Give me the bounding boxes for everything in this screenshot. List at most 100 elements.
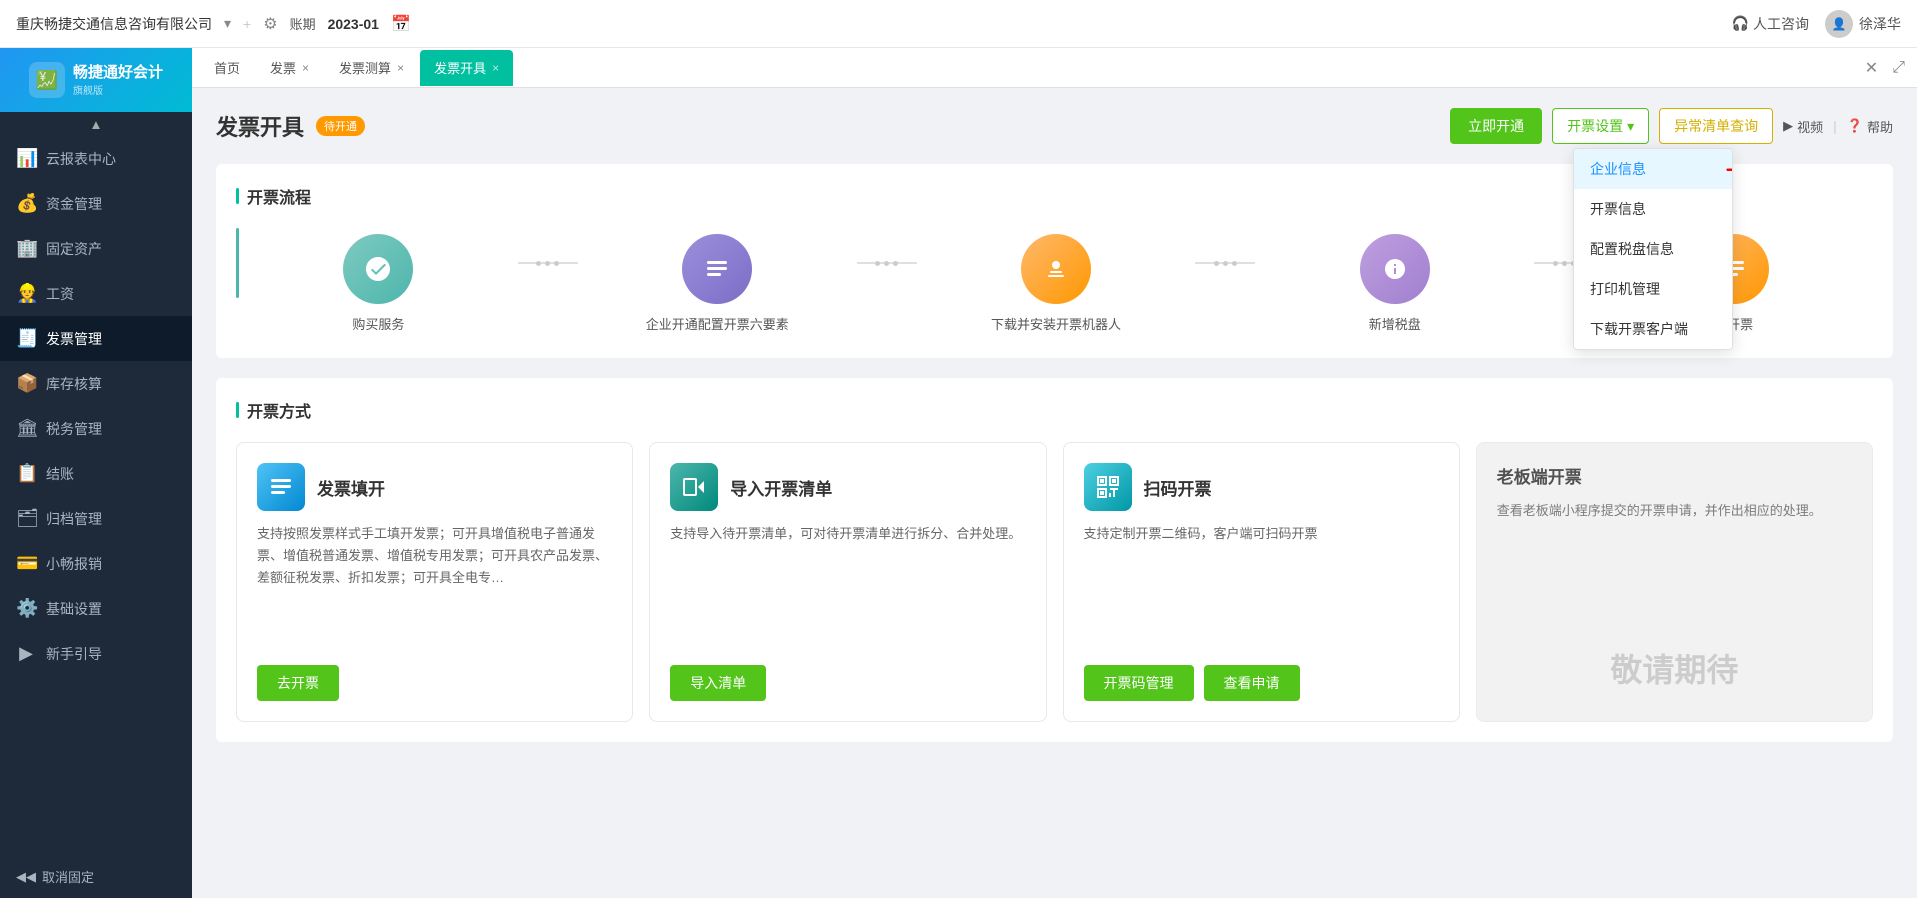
flow-step-2: 企业开通配置开票六要素	[578, 234, 857, 333]
tab-close-icon[interactable]: ×	[397, 61, 404, 75]
jiezhang-icon: 📋	[16, 463, 36, 484]
billing-icon-scan	[1084, 463, 1132, 511]
billing-card-header-manual: 发票填开	[257, 463, 612, 511]
kucun-icon: 📦	[16, 373, 36, 394]
dropdown-item-label: 开票信息	[1590, 201, 1646, 217]
sidebar-item-jichushezhi[interactable]: ⚙️ 基础设置	[0, 586, 192, 631]
sidebar-item-label: 库存核算	[46, 374, 102, 394]
sidebar-item-label: 固定资产	[46, 239, 102, 259]
flow-connector-1	[518, 262, 578, 264]
sidebar-item-shuiwu[interactable]: 🏛 税务管理	[0, 406, 192, 451]
sidebar-item-gudingzichan[interactable]: 🏢 固定资产	[0, 226, 192, 271]
sidebar-item-label: 基础设置	[46, 599, 102, 619]
dropdown-item-label: 企业信息	[1590, 161, 1646, 177]
sidebar-item-xiaochang[interactable]: 💳 小畅报销	[0, 541, 192, 586]
activate-btn[interactable]: 立即开通	[1450, 108, 1542, 144]
dropdown-item-download-client[interactable]: 下载开票客户端	[1574, 309, 1732, 349]
top-bar: 重庆畅捷交通信息咨询有限公司 ▾ + ⚙ 账期 2023-01 📅 🎧 人工咨询…	[0, 0, 1917, 48]
billing-go-btn[interactable]: 去开票	[257, 665, 339, 701]
sidebar-scroll-up[interactable]: ▲	[0, 112, 192, 136]
logo-text-block: 畅捷通好会计 旗舰版	[73, 63, 163, 98]
billing-import-btn[interactable]: 导入清单	[670, 665, 766, 701]
jichushezhi-icon: ⚙️	[16, 598, 36, 619]
step-label-2: 企业开通配置开票六要素	[646, 314, 789, 333]
consulting-btn[interactable]: 🎧 人工咨询	[1732, 14, 1809, 34]
settings-btn-label: 开票设置	[1567, 116, 1623, 136]
sidebar-item-guidang[interactable]: 🗂 归档管理	[0, 496, 192, 541]
tab-fapiao-kaiju[interactable]: 发票开具 ×	[420, 50, 513, 86]
billing-card-header-scan: 扫码开票	[1084, 463, 1439, 511]
dropdown-item-label: 配置税盘信息	[1590, 241, 1674, 257]
main-layout: 💹 畅捷通好会计 旗舰版 ▲ 📊 云报表中心 💰 资金管理 🏢 固定资产 👷 工…	[0, 48, 1917, 898]
abnormal-btn[interactable]: 异常清单查询	[1659, 108, 1773, 144]
red-arrow-icon: ➜	[1725, 157, 1733, 182]
sidebar-item-zijin[interactable]: 💰 资金管理	[0, 181, 192, 226]
step-label-4: 新增税盘	[1369, 314, 1421, 333]
sidebar-item-kucun[interactable]: 📦 库存核算	[0, 361, 192, 406]
step-icon-1	[343, 234, 413, 304]
sidebar-bottom: ◀◀ 取消固定	[0, 855, 192, 898]
dropdown-item-printer[interactable]: 打印机管理	[1574, 269, 1732, 309]
logo-sub: 旗舰版	[73, 82, 163, 97]
billing-methods: 发票填开 支持按照发票样式手工填开发票；可开具增值税电子普通发票、增值税普通发票…	[236, 442, 1873, 722]
billing-card-title-import: 导入开票清单	[730, 475, 832, 500]
billing-card-desc-import: 支持导入待开票清单，可对待开票清单进行拆分、合并处理。	[670, 523, 1025, 653]
tab-home[interactable]: 首页	[200, 50, 254, 86]
help-btn[interactable]: ❓ 帮助	[1847, 117, 1893, 136]
billing-card-scan: 扫码开票 支持定制开票二维码，客户端可扫码开票 开票码管理 查看申请	[1063, 442, 1460, 722]
top-bar-right: 🎧 人工咨询 👤 徐泽华	[1732, 10, 1901, 38]
flow-connector-3	[1195, 262, 1255, 264]
status-badge: 待开通	[316, 116, 365, 136]
guidang-icon: 🗂	[16, 508, 36, 529]
flow-step-3: 下载并安装开票机器人	[917, 234, 1196, 333]
avatar: 👤	[1825, 10, 1853, 38]
settings-icon[interactable]: ⚙	[263, 14, 277, 34]
tab-close-icon[interactable]: ×	[492, 61, 499, 75]
tab-close-icon[interactable]: ×	[302, 61, 309, 75]
flow-connector-2	[857, 262, 917, 264]
sidebar-item-yunbao[interactable]: 📊 云报表中心	[0, 136, 192, 181]
sidebar-item-fapiao[interactable]: 🧾 发票管理	[0, 316, 192, 361]
flow-step-1: 购买服务	[239, 234, 518, 333]
billing-scan-view-btn[interactable]: 查看申请	[1204, 665, 1300, 701]
sidebar-item-jiezhang[interactable]: 📋 结账	[0, 451, 192, 496]
sidebar-item-label: 新手引导	[46, 644, 102, 664]
dropdown-item-company-info[interactable]: 企业信息 ➜	[1574, 149, 1732, 189]
top-bar-sep: +	[243, 16, 251, 32]
tab-expand-btn[interactable]: ⤢	[1888, 55, 1909, 81]
tab-fapiao[interactable]: 发票 ×	[256, 50, 323, 86]
consulting-label: 人工咨询	[1753, 14, 1809, 34]
user-info[interactable]: 👤 徐泽华	[1825, 10, 1901, 38]
tab-label: 发票开具	[434, 58, 486, 77]
billing-card-header-import: 导入开票清单	[670, 463, 1025, 511]
step-label-1: 购买服务	[352, 314, 404, 333]
gongzi-icon: 👷	[16, 283, 36, 304]
billing-card-header-boss: 老板端开票	[1497, 463, 1852, 488]
page-title: 发票开具	[216, 110, 304, 142]
settings-btn[interactable]: 开票设置 ▾	[1552, 108, 1649, 144]
step-icon-3	[1021, 234, 1091, 304]
company-name: 重庆畅捷交通信息咨询有限公司	[16, 14, 212, 34]
sidebar-cancel-btn[interactable]: ◀◀ 取消固定	[0, 855, 192, 898]
calendar-icon[interactable]: 📅	[391, 14, 411, 34]
tab-close-btn[interactable]: ✕	[1861, 54, 1882, 82]
page-content: 发票开具 待开通 立即开通 开票设置 ▾ 异常清单查询 ▶ 视频 | ❓	[192, 88, 1917, 898]
sidebar-item-xinshou[interactable]: ▶ 新手引导	[0, 631, 192, 676]
sidebar-item-gongzi[interactable]: 👷 工资	[0, 271, 192, 316]
sidebar-item-label: 云报表中心	[46, 149, 116, 169]
billing-card-title-manual: 发票填开	[317, 475, 385, 500]
video-btn[interactable]: ▶ 视频	[1783, 117, 1823, 136]
sidebar-item-label: 小畅报销	[46, 554, 102, 574]
page-header: 发票开具 待开通 立即开通 开票设置 ▾ 异常清单查询 ▶ 视频 | ❓	[216, 108, 1893, 144]
dropdown-item-tax-disk[interactable]: 配置税盘信息	[1574, 229, 1732, 269]
headset-icon: 🎧	[1732, 15, 1749, 32]
xiaochang-icon: 💳	[16, 553, 36, 574]
gudingzichan-icon: 🏢	[16, 238, 36, 259]
step-label-3: 下载并安装开票机器人	[991, 314, 1121, 333]
dropdown-item-invoice-info[interactable]: 开票信息	[1574, 189, 1732, 229]
yunbao-icon: 📊	[16, 148, 36, 169]
billing-card-desc-scan: 支持定制开票二维码，客户端可扫码开票	[1084, 523, 1439, 653]
tab-fapiao-cesuan[interactable]: 发票测算 ×	[325, 50, 418, 86]
company-dropdown-icon[interactable]: ▾	[224, 15, 231, 32]
billing-scan-manage-btn[interactable]: 开票码管理	[1084, 665, 1194, 701]
